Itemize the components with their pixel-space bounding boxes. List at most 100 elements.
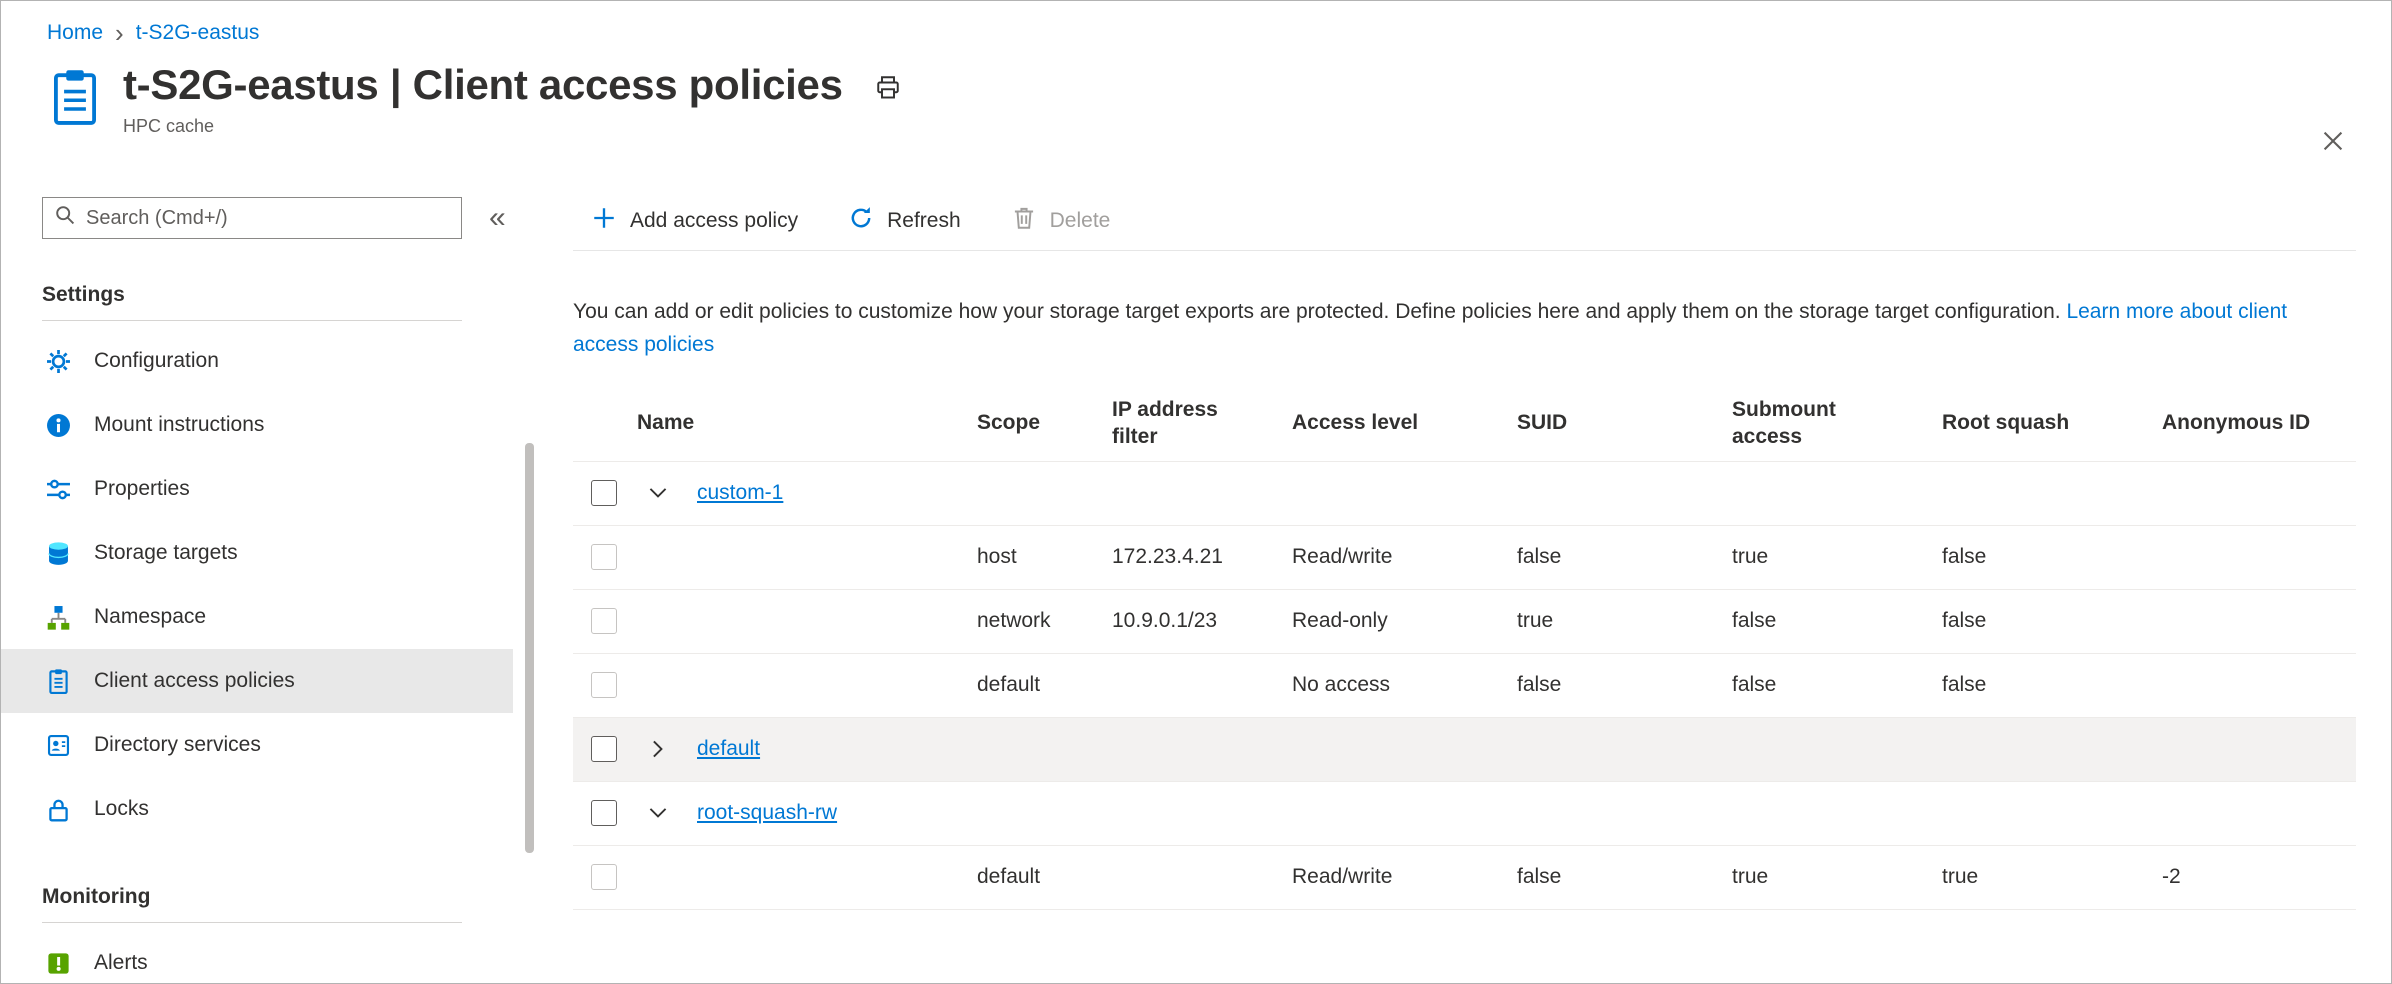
- cell-access-level: Read-only: [1292, 589, 1517, 653]
- delete-button[interactable]: Delete: [993, 197, 1129, 245]
- add-access-policy-button[interactable]: Add access policy: [573, 197, 816, 245]
- table-header-row: Name Scope IP address filter Access leve…: [573, 385, 2356, 461]
- sidebar-item-alerts[interactable]: Alerts: [1, 931, 513, 984]
- database-icon: [45, 540, 72, 567]
- sidebar-item-client-access-policies[interactable]: Client access policies: [1, 649, 513, 713]
- sidebar-item-directory-services[interactable]: Directory services: [1, 713, 513, 777]
- column-header-name: Name: [637, 385, 977, 461]
- policy-rule-row: network 10.9.0.1/23 Read-only true false…: [573, 589, 2356, 653]
- sidebar-scrollbar-thumb[interactable]: [525, 443, 534, 853]
- sidebar-nav: Configuration Mount instructions Propert…: [1, 329, 513, 841]
- cell-scope: host: [977, 525, 1112, 589]
- sidebar-nav-monitoring: Alerts: [1, 931, 513, 984]
- search-input[interactable]: [86, 207, 451, 230]
- sidebar-item-locks[interactable]: Locks: [1, 777, 513, 841]
- main-content: Add access policy Refresh: [541, 191, 2392, 983]
- blade-description: You can add or edit policies to customiz…: [573, 295, 2356, 361]
- command-bar: Add access policy Refresh: [573, 191, 2356, 251]
- cell-scope: default: [977, 653, 1112, 717]
- cell-submount-access: false: [1732, 589, 1942, 653]
- column-header-root-squash: Root squash: [1942, 385, 2162, 461]
- cell-submount-access: true: [1732, 845, 1942, 909]
- cell-anonymous-id: [2162, 653, 2356, 717]
- chevron-right-icon[interactable]: [647, 738, 669, 760]
- policy-rule-row: host 172.23.4.21 Read/write false true f…: [573, 525, 2356, 589]
- policy-rule-row: default Read/write false true true -2: [573, 845, 2356, 909]
- policy-name-link[interactable]: root-squash-rw: [697, 801, 837, 825]
- azure-portal-blade: Home › t-S2G-eastus t-S2G-eastus | Clien…: [0, 0, 2392, 984]
- sidebar-section-settings: Settings: [42, 283, 462, 321]
- cell-suid: false: [1517, 653, 1732, 717]
- sidebar-item-label: Properties: [94, 477, 190, 501]
- row-checkbox[interactable]: [591, 608, 617, 634]
- cell-root-squash: true: [1942, 845, 2162, 909]
- gear-icon: [45, 348, 72, 375]
- page-title: t-S2G-eastus | Client access policies: [123, 61, 843, 109]
- chevron-down-icon[interactable]: [647, 482, 669, 504]
- add-access-policy-label: Add access policy: [630, 209, 798, 233]
- lock-icon: [45, 796, 72, 823]
- row-checkbox[interactable]: [591, 544, 617, 570]
- cell-root-squash: false: [1942, 589, 2162, 653]
- chevron-down-icon[interactable]: [647, 802, 669, 824]
- sidebar-search: [42, 197, 462, 239]
- cell-anonymous-id: [2162, 525, 2356, 589]
- sliders-icon: [45, 476, 72, 503]
- trash-icon: [1011, 205, 1037, 237]
- row-checkbox[interactable]: [591, 800, 617, 826]
- refresh-button[interactable]: Refresh: [830, 197, 979, 245]
- directory-icon: [45, 732, 72, 759]
- cell-anonymous-id: -2: [2162, 845, 2356, 909]
- sidebar-item-label: Directory services: [94, 733, 261, 757]
- cell-suid: false: [1517, 525, 1732, 589]
- column-header-anonymous-id: Anonymous ID: [2162, 385, 2356, 461]
- sidebar-item-label: Mount instructions: [94, 413, 264, 437]
- cell-root-squash: false: [1942, 653, 2162, 717]
- clipboard-icon: [47, 67, 103, 127]
- column-header-access-level: Access level: [1292, 385, 1517, 461]
- refresh-icon: [848, 205, 874, 237]
- resource-type-label: HPC cache: [123, 116, 907, 137]
- breadcrumb-home-link[interactable]: Home: [47, 21, 103, 45]
- breadcrumb-current-link[interactable]: t-S2G-eastus: [136, 21, 260, 45]
- policy-name-link[interactable]: custom-1: [697, 481, 783, 505]
- row-checkbox[interactable]: [591, 480, 617, 506]
- sidebar-item-properties[interactable]: Properties: [1, 457, 513, 521]
- cell-scope: default: [977, 845, 1112, 909]
- row-checkbox[interactable]: [591, 864, 617, 890]
- page-header: t-S2G-eastus | Client access policies HP…: [1, 45, 2391, 137]
- refresh-label: Refresh: [887, 209, 961, 233]
- delete-label: Delete: [1050, 209, 1111, 233]
- sidebar-item-namespace[interactable]: Namespace: [1, 585, 513, 649]
- sidebar-item-configuration[interactable]: Configuration: [1, 329, 513, 393]
- info-icon: [45, 412, 72, 439]
- cell-ip-filter: 10.9.0.1/23: [1112, 589, 1292, 653]
- printer-icon[interactable]: [869, 68, 907, 109]
- policy-rule-row: default No access false false false: [573, 653, 2356, 717]
- policy-group-row-custom-1: custom-1: [573, 461, 2356, 525]
- sidebar-item-storage-targets[interactable]: Storage targets: [1, 521, 513, 585]
- cell-access-level: Read/write: [1292, 525, 1517, 589]
- blade-body: « Settings Configuration: [1, 191, 2391, 983]
- alert-icon: [45, 950, 72, 977]
- resource-name: t-S2G-eastus: [123, 61, 378, 108]
- sidebar-collapse-button[interactable]: «: [489, 201, 506, 235]
- plus-icon: [591, 205, 617, 237]
- policy-group-row-default: default: [573, 717, 2356, 781]
- policy-name-link[interactable]: default: [697, 737, 760, 761]
- close-icon[interactable]: [2315, 123, 2351, 162]
- cell-scope: network: [977, 589, 1112, 653]
- description-text: You can add or edit policies to customiz…: [573, 300, 2066, 323]
- sidebar: « Settings Configuration: [1, 191, 541, 983]
- sidebar-item-mount-instructions[interactable]: Mount instructions: [1, 393, 513, 457]
- cell-suid: false: [1517, 845, 1732, 909]
- row-checkbox[interactable]: [591, 736, 617, 762]
- cell-ip-filter: [1112, 653, 1292, 717]
- column-header-submount-access: Submount access: [1732, 385, 1942, 461]
- sidebar-item-label: Alerts: [94, 951, 148, 975]
- cell-ip-filter: 172.23.4.21: [1112, 525, 1292, 589]
- cell-submount-access: true: [1732, 525, 1942, 589]
- sidebar-item-label: Locks: [94, 797, 149, 821]
- row-checkbox[interactable]: [591, 672, 617, 698]
- sidebar-item-label: Namespace: [94, 605, 206, 629]
